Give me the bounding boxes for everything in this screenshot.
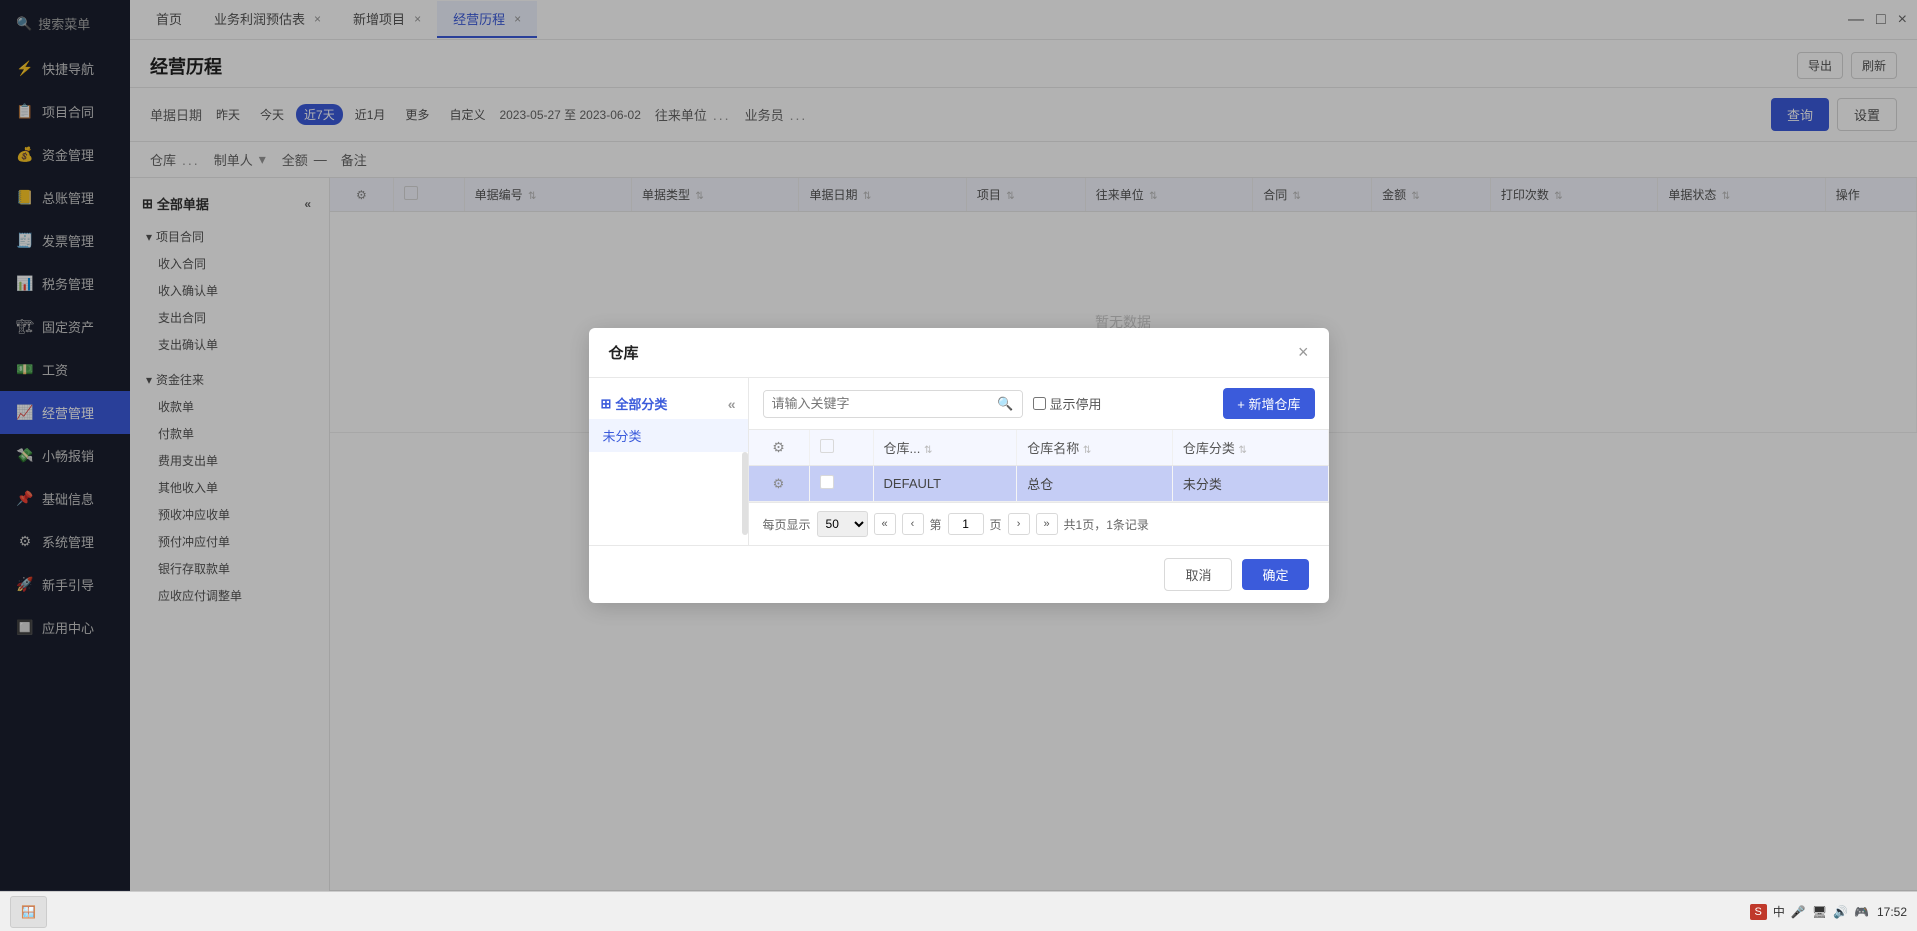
tray-game-icon[interactable]: 🎮 [1854,905,1869,919]
dialog-total-info: 共1页，1条记录 [1064,516,1149,533]
dialog-page-label: 第 [930,516,942,533]
dialog-sidebar-collapse-btn[interactable]: « [728,396,736,412]
show-disabled-label[interactable]: 显示停用 [1033,394,1102,413]
dialog-col-checkbox[interactable] [809,430,873,466]
row-name: 总仓 [1017,466,1173,502]
tray-speaker-icon[interactable]: 🔊 [1833,905,1848,919]
dialog-overlay[interactable]: 仓库 × ⊞ 全部分类 « 未分类 [0,0,1917,931]
dialog-sidebar-scroll [589,452,748,535]
dialog-per-page-select[interactable]: 10 20 50 100 [817,511,868,537]
cancel-button[interactable]: 取消 [1164,558,1232,591]
dialog-table: ⚙ 仓库... ⇅ 仓库名称 ⇅ [749,430,1329,502]
dialog-footer-bar: 每页显示 10 20 50 100 « ‹ 第 页 › » 共1页，1条记录 [749,502,1329,545]
dialog-table-wrap: ⚙ 仓库... ⇅ 仓库名称 ⇅ [749,430,1329,502]
dialog-sidebar-header[interactable]: ⊞ 全部分类 « [589,388,748,419]
dialog-main: 🔍 显示停用 + 新增仓库 ⚙ [749,378,1329,545]
dialog-table-row[interactable]: ⚙ DEFAULT 总仓 未分类 [749,466,1329,502]
tray-s-icon: S [1750,904,1767,920]
dialog-prev-page[interactable]: ‹ [902,513,924,535]
dialog-search-input[interactable] [764,391,990,416]
dialog-header: 仓库 × [589,328,1329,378]
dialog-col-name[interactable]: 仓库名称 ⇅ [1017,430,1173,466]
dialog-col-gear[interactable]: ⚙ [749,430,810,466]
dialog-first-page[interactable]: « [874,513,896,535]
dialog-body: ⊞ 全部分类 « 未分类 🔍 [589,378,1329,545]
dialog-col-code[interactable]: 仓库... ⇅ [873,430,1017,466]
tray-mic-icon[interactable]: 🎤 [1791,905,1806,919]
taskbar-start[interactable]: 🪟 [10,896,47,928]
row-gear[interactable]: ⚙ [749,466,810,502]
dialog-next-page[interactable]: › [1008,513,1030,535]
dialog-col-category[interactable]: 仓库分类 ⇅ [1172,430,1328,466]
dialog-page-input[interactable] [948,513,984,535]
dialog-search: 🔍 [763,390,1023,418]
add-warehouse-button[interactable]: + 新增仓库 [1223,388,1314,419]
taskbar-start-icon: 🪟 [21,905,36,919]
show-disabled-checkbox[interactable] [1033,397,1046,410]
grid-icon-dialog: ⊞ [601,396,612,412]
dialog-sidebar: ⊞ 全部分类 « 未分类 [589,378,749,545]
dialog-title: 仓库 [609,342,639,363]
row-code: DEFAULT [873,466,1017,502]
row-category: 未分类 [1172,466,1328,502]
dialog-toolbar: 🔍 显示停用 + 新增仓库 [749,378,1329,430]
search-icon-dialog[interactable]: 🔍 [989,391,1021,417]
dialog-page-unit: 页 [990,516,1002,533]
confirm-button[interactable]: 确定 [1242,559,1308,590]
taskbar: 🪟 S 中 🎤 🖥 🔊 🎮 17:52 [0,891,1917,931]
dialog-close-button[interactable]: × [1298,342,1309,363]
warehouse-dialog: 仓库 × ⊞ 全部分类 « 未分类 [589,328,1329,603]
taskbar-time: 17:52 [1877,905,1907,919]
tray-zh-icon[interactable]: 中 [1773,903,1785,920]
taskbar-right: S 中 🎤 🖥 🔊 🎮 17:52 [1750,903,1907,920]
dialog-sidebar-header-label: 全部分类 [615,394,667,413]
dialog-last-page[interactable]: » [1036,513,1058,535]
sidebar-scrollbar[interactable] [742,452,748,535]
dialog-per-page-label: 每页显示 [763,516,811,533]
row-checkbox[interactable] [809,466,873,502]
dialog-action-bar: 取消 确定 [589,545,1329,603]
tray-screen-icon[interactable]: 🖥 [1812,905,1827,919]
tray-icons: S 中 🎤 🖥 🔊 🎮 [1750,903,1869,920]
dialog-sidebar-item-uncategorized[interactable]: 未分类 [589,419,748,452]
